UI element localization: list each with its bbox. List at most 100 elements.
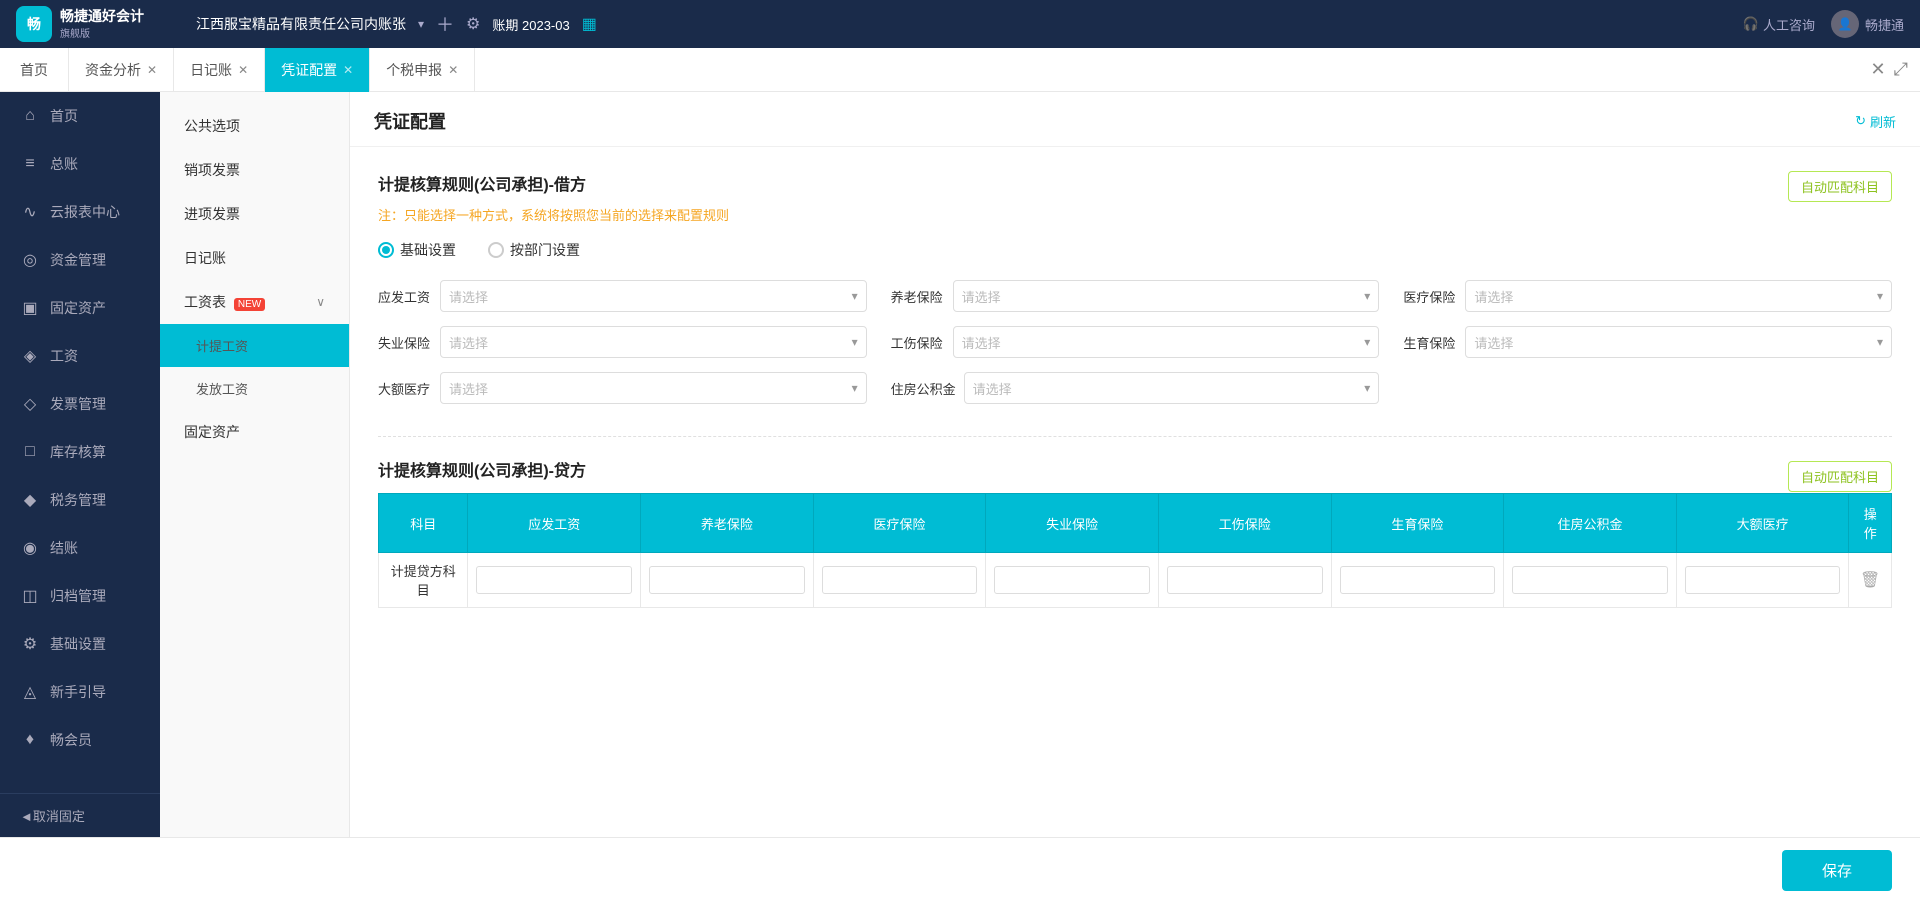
input-unemployment[interactable] xyxy=(994,566,1150,594)
input-work-injury[interactable] xyxy=(1167,566,1323,594)
sidebar-item-invoice[interactable]: ◇ 发票管理 xyxy=(0,380,160,428)
cell-housing xyxy=(1504,553,1677,608)
field-maternity-select[interactable]: 请选择 ▾ xyxy=(1465,326,1892,358)
tax-icon: ◆ xyxy=(20,490,40,510)
tab-fund-analysis[interactable]: 资金分析 ✕ xyxy=(69,48,174,92)
sidebar-item-salary[interactable]: ◈ 工资 xyxy=(0,332,160,380)
refresh-icon: ↻ xyxy=(1855,113,1866,129)
nav-fixed-assets[interactable]: 固定资产 xyxy=(160,410,349,454)
page-header: 凭证配置 ↻ 刷新 xyxy=(350,92,1920,147)
salary-icon: ◈ xyxy=(20,346,40,366)
archive-icon: ◫ xyxy=(20,586,40,606)
input-maternity[interactable] xyxy=(1340,566,1496,594)
col-housing: 住房公积金 xyxy=(1504,494,1677,553)
sidebar-invoice-label: 发票管理 xyxy=(50,394,106,414)
sidebar-funds-label: 资金管理 xyxy=(50,250,106,270)
radio-basic[interactable]: 基础设置 xyxy=(378,240,456,260)
calendar-icon[interactable]: ▦ xyxy=(582,14,597,34)
home-icon: ⌂ xyxy=(20,107,40,125)
sidebar-item-reports[interactable]: ∿ 云报表中心 xyxy=(0,188,160,236)
input-large-medical[interactable] xyxy=(1685,566,1841,594)
nav-public[interactable]: 公共选项 xyxy=(160,104,349,148)
sidebar-item-home[interactable]: ⌂ 首页 xyxy=(0,92,160,140)
field-unemployment: 失业保险 请选择 ▾ xyxy=(378,326,867,358)
tab-voucher-label: 凭证配置 xyxy=(281,60,337,80)
cell-salary xyxy=(468,553,641,608)
nav-purchase[interactable]: 进项发票 xyxy=(160,192,349,236)
field-medical: 医疗保险 请选择 ▾ xyxy=(1403,280,1892,312)
nav-calc-salary[interactable]: 计提工资 xyxy=(160,324,349,367)
table-header-row: 科目 应发工资 养老保险 医疗保险 失业保险 工伤保险 生育保险 住房公积金 大… xyxy=(379,494,1892,553)
input-medical[interactable] xyxy=(822,566,978,594)
col-actions: 操作 xyxy=(1849,494,1892,553)
sidebar-item-settings[interactable]: ⚙ 基础设置 xyxy=(0,620,160,668)
tab-actions: ✕ ⤢ xyxy=(1871,59,1920,80)
reports-icon: ∿ xyxy=(20,202,40,222)
tab-tax[interactable]: 个税申报 ✕ xyxy=(370,48,475,92)
tab-journal-close[interactable]: ✕ xyxy=(238,63,248,77)
credit-auto-match-button[interactable]: 自动匹配科目 xyxy=(1788,461,1892,492)
sidebar-item-inventory[interactable]: □ 库存核算 xyxy=(0,428,160,476)
field-work-injury-select[interactable]: 请选择 ▾ xyxy=(953,326,1380,358)
tab-journal[interactable]: 日记账 ✕ xyxy=(174,48,265,92)
field-pension-arrow: ▾ xyxy=(1364,289,1370,303)
tab-close-icon[interactable]: ✕ xyxy=(1871,59,1886,80)
field-large-medical-select[interactable]: 请选择 ▾ xyxy=(440,372,867,404)
nav-sales[interactable]: 销项发票 xyxy=(160,148,349,192)
field-large-medical-placeholder: 请选择 xyxy=(449,379,488,398)
add-account-icon[interactable]: ＋ xyxy=(436,11,454,37)
field-pension-select[interactable]: 请选择 ▾ xyxy=(953,280,1380,312)
field-salary-label: 应发工资 xyxy=(378,287,432,306)
nav-journal[interactable]: 日记账 xyxy=(160,236,349,280)
tab-expand-icon[interactable]: ⤢ xyxy=(1894,59,1908,80)
debit-auto-match-button[interactable]: 自动匹配科目 xyxy=(1788,171,1892,202)
debit-form-grid: 应发工资 请选择 ▾ 养老保险 请选择 ▾ 医疗 xyxy=(378,280,1892,404)
user-menu[interactable]: 👤 畅捷通 xyxy=(1831,10,1904,38)
sidebar-ledger-label: 总账 xyxy=(50,154,78,174)
field-salary-select[interactable]: 请选择 ▾ xyxy=(440,280,867,312)
tab-home[interactable]: 首页 xyxy=(0,48,69,92)
refresh-button[interactable]: ↻ 刷新 xyxy=(1855,112,1896,131)
sidebar-item-settle[interactable]: ◉ 结账 xyxy=(0,524,160,572)
delete-row-icon[interactable]: 🗑 xyxy=(1860,572,1880,589)
nav-salary-table[interactable]: 工资表 NEW ∨ xyxy=(160,280,349,324)
settle-icon: ◉ xyxy=(20,538,40,558)
sidebar-item-funds[interactable]: ◎ 资金管理 xyxy=(0,236,160,284)
sidebar-item-assets[interactable]: ▣ 固定资产 xyxy=(0,284,160,332)
row-label: 计提贷方科目 xyxy=(379,553,468,608)
input-housing[interactable] xyxy=(1512,566,1668,594)
sidebar-item-ledger[interactable]: ≡ 总账 xyxy=(0,140,160,188)
tab-voucher-close[interactable]: ✕ xyxy=(343,63,353,77)
sidebar-settle-label: 结账 xyxy=(50,538,78,558)
field-unemployment-arrow: ▾ xyxy=(852,335,858,349)
field-medical-select[interactable]: 请选择 ▾ xyxy=(1465,280,1892,312)
avatar: 👤 xyxy=(1831,10,1859,38)
radio-dept[interactable]: 按部门设置 xyxy=(488,240,580,260)
field-unemployment-select[interactable]: 请选择 ▾ xyxy=(440,326,867,358)
field-pension-label: 养老保险 xyxy=(891,287,945,306)
tab-fund-close[interactable]: ✕ xyxy=(147,63,157,77)
field-housing-fund-select[interactable]: 请选择 ▾ xyxy=(964,372,1380,404)
sidebar-item-archive[interactable]: ◫ 归档管理 xyxy=(0,572,160,620)
company-dropdown-icon[interactable]: ▾ xyxy=(418,17,424,31)
credit-section: 计提核算规则(公司承担)-贷方 自动匹配科目 科目 应发工资 养老保险 医疗保险… xyxy=(350,437,1920,632)
field-salary-placeholder: 请选择 xyxy=(449,287,488,306)
tab-tax-close[interactable]: ✕ xyxy=(448,63,458,77)
new-badge: NEW xyxy=(234,298,265,311)
sidebar-item-guide[interactable]: ◬ 新手引导 xyxy=(0,668,160,716)
save-button[interactable]: 保存 xyxy=(1782,850,1892,891)
nav-pay-salary[interactable]: 发放工资 xyxy=(160,367,349,410)
input-pension[interactable] xyxy=(649,566,805,594)
refresh-label: 刷新 xyxy=(1870,112,1896,131)
cancel-fix-button[interactable]: ◄取消固定 xyxy=(0,793,160,837)
service-button[interactable]: 🎧 人工咨询 xyxy=(1743,15,1815,34)
sidebar-item-tax[interactable]: ◆ 税务管理 xyxy=(0,476,160,524)
sidebar-item-member[interactable]: ♦ 畅会员 xyxy=(0,716,160,764)
sidebar-member-label: 畅会员 xyxy=(50,730,92,750)
tab-voucher-config[interactable]: 凭证配置 ✕ xyxy=(265,48,370,92)
input-salary[interactable] xyxy=(476,566,632,594)
credit-table: 科目 应发工资 养老保险 医疗保险 失业保险 工伤保险 生育保险 住房公积金 大… xyxy=(378,493,1892,608)
cancel-fix-label: ◄取消固定 xyxy=(20,806,85,825)
page-title: 凭证配置 xyxy=(374,108,446,134)
settings-icon[interactable]: ⚙ xyxy=(466,14,480,34)
